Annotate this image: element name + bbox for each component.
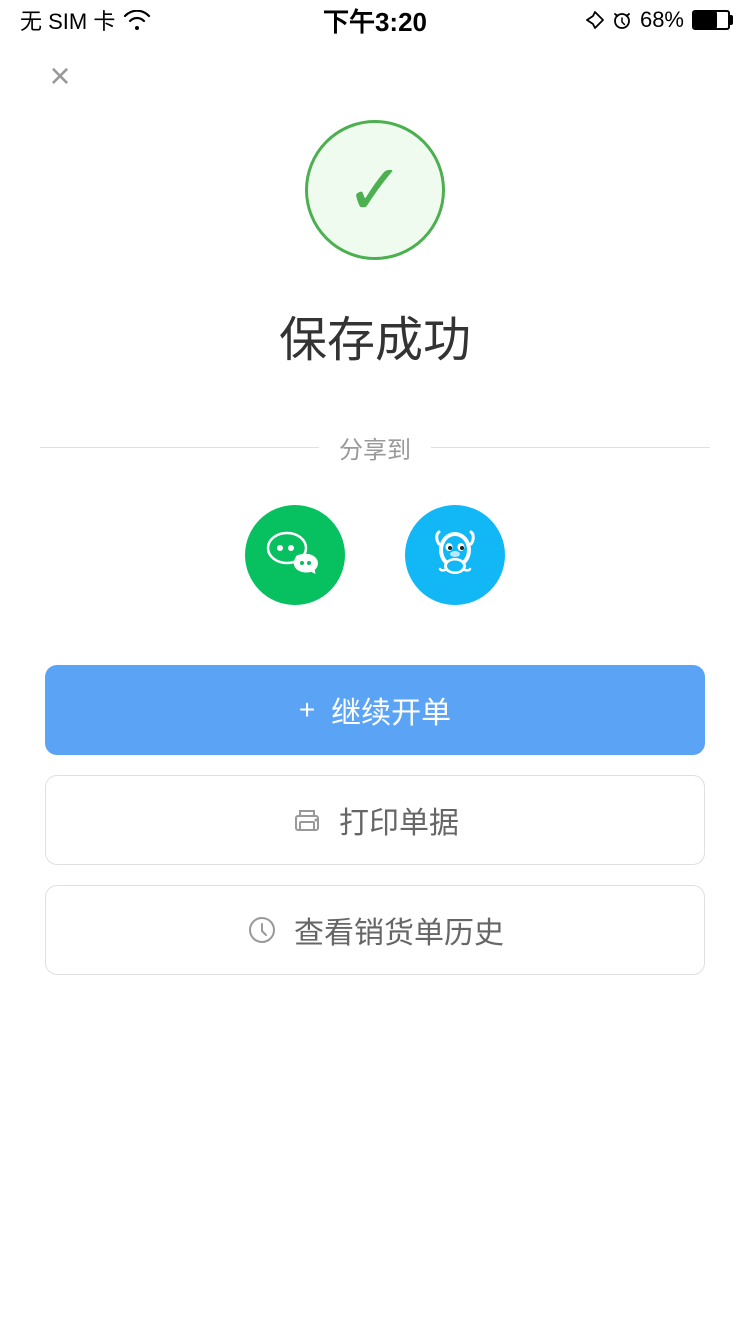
success-circle: ✓ (305, 120, 445, 260)
wechat-share-button[interactable] (245, 505, 345, 605)
print-label: 打印单据 (339, 798, 459, 842)
battery-icon (692, 10, 730, 30)
location-icon (586, 11, 604, 29)
status-right: 68% (586, 7, 730, 33)
close-button[interactable]: × (36, 52, 84, 100)
plus-icon: + (299, 694, 315, 726)
status-time: 下午3:20 (323, 2, 427, 39)
status-bar: 无 SIM 卡 下午3:20 68% (0, 0, 750, 40)
wifi-icon (123, 10, 151, 30)
continue-label: 继续开单 (331, 688, 451, 732)
success-title: 保存成功 (279, 300, 471, 370)
qq-icon (426, 526, 484, 584)
share-label: 分享到 (319, 430, 431, 465)
status-left: 无 SIM 卡 (20, 4, 151, 36)
history-button[interactable]: 查看销货单历史 (45, 885, 705, 975)
close-icon: × (49, 58, 70, 94)
action-buttons: + 继续开单 打印单据 查看销货单历史 (45, 665, 705, 975)
checkmark-icon: ✓ (346, 155, 405, 225)
share-icons-container (245, 505, 505, 605)
continue-button[interactable]: + 继续开单 (45, 665, 705, 755)
main-content: ✓ 保存成功 分享到 (0, 40, 750, 975)
divider-line-left (40, 447, 319, 448)
print-button[interactable]: 打印单据 (45, 775, 705, 865)
divider-line-right (431, 447, 710, 448)
history-label: 查看销货单历史 (294, 908, 504, 952)
clock-icon (246, 914, 278, 946)
share-divider: 分享到 (0, 430, 750, 465)
wechat-icon (266, 529, 324, 581)
alarm-icon (612, 10, 632, 30)
qq-share-button[interactable] (405, 505, 505, 605)
printer-icon (291, 804, 323, 836)
battery-percent: 68% (640, 7, 684, 33)
sim-text: 无 SIM 卡 (20, 4, 115, 36)
